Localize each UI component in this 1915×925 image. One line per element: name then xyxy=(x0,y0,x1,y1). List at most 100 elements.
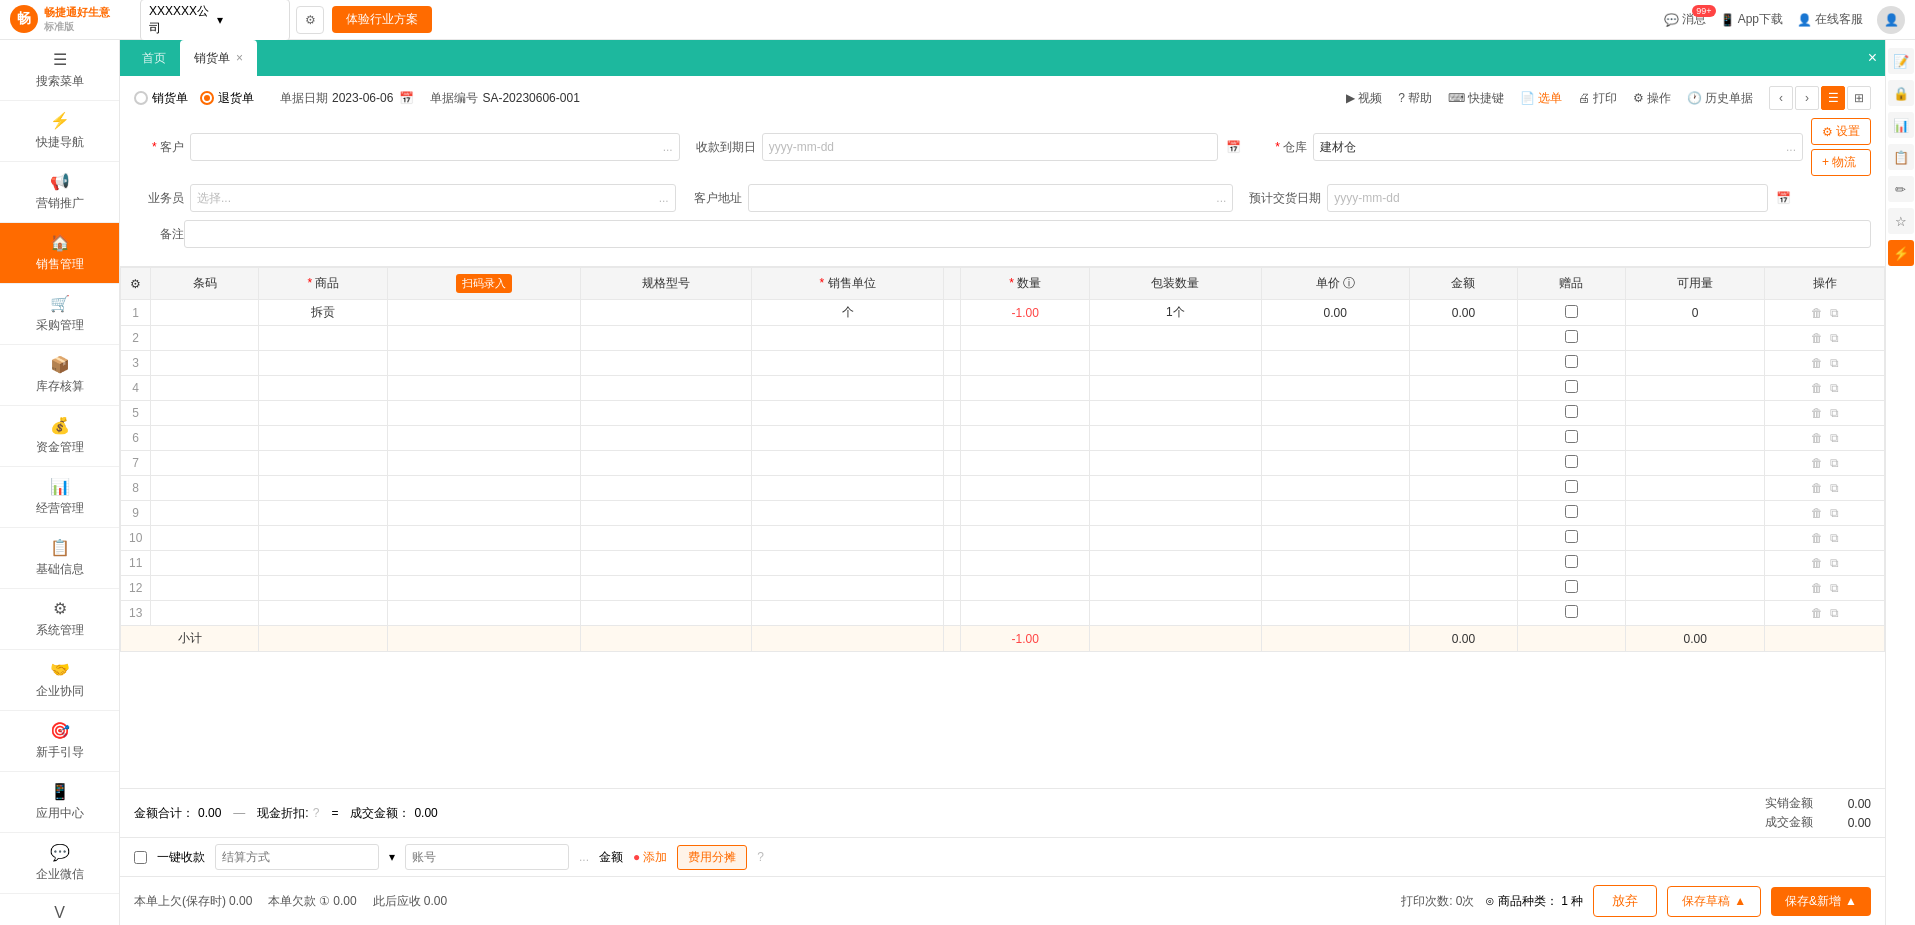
cell-pkg-qty[interactable] xyxy=(1090,351,1261,376)
cell-spec[interactable] xyxy=(580,576,751,601)
delete-icon[interactable]: 🗑 xyxy=(1811,306,1823,320)
payment-date-input[interactable]: yyyy-mm-dd xyxy=(762,133,1219,161)
cell-barcode[interactable] xyxy=(151,376,259,401)
next-btn[interactable]: › xyxy=(1795,86,1819,110)
sidebar-item-system[interactable]: ⚙ 系统管理 xyxy=(0,589,119,650)
cell-spec[interactable] xyxy=(580,376,751,401)
cell-quantity[interactable] xyxy=(961,476,1090,501)
cell-unit-price[interactable] xyxy=(1261,526,1409,551)
cell-amount[interactable] xyxy=(1409,376,1517,401)
delete-icon[interactable]: 🗑 xyxy=(1811,456,1823,470)
cell-quantity[interactable] xyxy=(961,551,1090,576)
delete-icon[interactable]: 🗑 xyxy=(1811,481,1823,495)
cell-unit[interactable] xyxy=(751,551,943,576)
cell-unit[interactable] xyxy=(751,576,943,601)
cell-quantity[interactable] xyxy=(961,576,1090,601)
delete-icon[interactable]: 🗑 xyxy=(1811,381,1823,395)
cell-gift[interactable] xyxy=(1517,426,1625,451)
account-input[interactable] xyxy=(405,844,569,870)
rp-item-4[interactable]: 📋 xyxy=(1888,144,1914,170)
cell-product[interactable] xyxy=(259,351,388,376)
tab-sales-order[interactable]: 销货单 × xyxy=(180,40,257,76)
settings-icon[interactable]: ⚙ xyxy=(296,6,324,34)
th-settings[interactable]: ⚙ xyxy=(121,268,151,300)
cell-spec[interactable] xyxy=(580,476,751,501)
cell-product[interactable] xyxy=(259,376,388,401)
history-btn[interactable]: 🕐 历史单据 xyxy=(1683,88,1757,109)
radio-return[interactable]: 退货单 xyxy=(200,90,254,107)
cell-quantity[interactable] xyxy=(961,426,1090,451)
delete-icon[interactable]: 🗑 xyxy=(1811,581,1823,595)
sidebar-item-sales[interactable]: 🏠 销售管理 xyxy=(0,223,119,284)
sidebar-item-inventory[interactable]: 📦 库存核算 xyxy=(0,345,119,406)
cell-pkg-qty[interactable] xyxy=(1090,451,1261,476)
tab-close-icon[interactable]: × xyxy=(236,51,243,65)
cell-unit-price[interactable] xyxy=(1261,376,1409,401)
cell-pkg-qty[interactable] xyxy=(1090,476,1261,501)
delete-icon[interactable]: 🗑 xyxy=(1811,331,1823,345)
warehouse-input[interactable]: 建材仓 ... xyxy=(1313,133,1803,161)
rp-item-3[interactable]: 📊 xyxy=(1888,112,1914,138)
shortcut-btn[interactable]: ⌨ 快捷键 xyxy=(1444,88,1508,109)
logistics-btn[interactable]: + 物流 xyxy=(1811,149,1871,176)
copy-icon[interactable]: ⧉ xyxy=(1830,456,1839,470)
cell-unit[interactable] xyxy=(751,426,943,451)
one-click-checkbox[interactable] xyxy=(134,851,147,864)
cell-product[interactable] xyxy=(259,551,388,576)
cell-spec[interactable] xyxy=(580,601,751,626)
save-new-btn[interactable]: 保存&新增 ▲ xyxy=(1771,887,1871,916)
abandon-btn[interactable]: 放弃 xyxy=(1593,885,1657,917)
cell-unit-price[interactable] xyxy=(1261,501,1409,526)
copy-icon[interactable]: ⧉ xyxy=(1830,581,1839,595)
delete-icon[interactable]: 🗑 xyxy=(1811,356,1823,370)
cell-product[interactable]: 拆贡 xyxy=(259,300,388,326)
save-draft-btn[interactable]: 保存草稿 ▲ xyxy=(1667,886,1761,917)
cell-gift[interactable] xyxy=(1517,351,1625,376)
cell-unit[interactable] xyxy=(751,326,943,351)
copy-icon[interactable]: ⧉ xyxy=(1830,331,1839,345)
cell-unit[interactable] xyxy=(751,476,943,501)
cell-quantity[interactable] xyxy=(961,501,1090,526)
sidebar-item-marketing[interactable]: 📢 营销推广 xyxy=(0,162,119,223)
remark-input[interactable] xyxy=(184,220,1871,248)
cell-gift[interactable] xyxy=(1517,551,1625,576)
copy-icon[interactable]: ⧉ xyxy=(1830,431,1839,445)
trial-button[interactable]: 体验行业方案 xyxy=(332,6,432,33)
tab-bar-close-btn[interactable]: × xyxy=(1868,49,1877,67)
cell-gift[interactable] xyxy=(1517,501,1625,526)
cell-unit-price[interactable] xyxy=(1261,476,1409,501)
cell-quantity[interactable] xyxy=(961,451,1090,476)
sidebar-item-apps[interactable]: 📱 应用中心 xyxy=(0,772,119,833)
cell-gift[interactable] xyxy=(1517,601,1625,626)
cell-spec[interactable] xyxy=(580,300,751,326)
sidebar-item-business[interactable]: 📊 经营管理 xyxy=(0,467,119,528)
cell-quantity[interactable] xyxy=(961,601,1090,626)
cell-amount[interactable] xyxy=(1409,551,1517,576)
operate-btn[interactable]: ⚙ 操作 xyxy=(1629,88,1675,109)
delivery-calendar-icon[interactable]: 📅 xyxy=(1776,191,1791,205)
cell-barcode[interactable] xyxy=(151,401,259,426)
delete-icon[interactable]: 🗑 xyxy=(1811,606,1823,620)
cell-gift[interactable] xyxy=(1517,300,1625,326)
cell-spec[interactable] xyxy=(580,501,751,526)
cell-quantity[interactable] xyxy=(961,526,1090,551)
th-scan[interactable]: 扫码录入 xyxy=(388,268,580,300)
date-calendar-icon[interactable]: 📅 xyxy=(399,91,414,105)
cell-amount[interactable] xyxy=(1409,326,1517,351)
cell-amount[interactable] xyxy=(1409,526,1517,551)
grid-view-btn[interactable]: ⊞ xyxy=(1847,86,1871,110)
cell-unit[interactable] xyxy=(751,601,943,626)
cell-product[interactable] xyxy=(259,401,388,426)
cell-unit-price[interactable] xyxy=(1261,601,1409,626)
cell-gift[interactable] xyxy=(1517,576,1625,601)
cell-barcode[interactable] xyxy=(151,326,259,351)
cell-unit[interactable] xyxy=(751,376,943,401)
cell-pkg-qty[interactable] xyxy=(1090,501,1261,526)
cell-unit-price[interactable] xyxy=(1261,326,1409,351)
cell-quantity[interactable] xyxy=(961,326,1090,351)
cell-unit[interactable] xyxy=(751,351,943,376)
rp-item-2[interactable]: 🔒 xyxy=(1888,80,1914,106)
calc-method-dropdown-icon[interactable]: ▾ xyxy=(389,850,395,864)
add-btn[interactable]: ● 添加 xyxy=(633,849,667,866)
cell-unit[interactable] xyxy=(751,526,943,551)
